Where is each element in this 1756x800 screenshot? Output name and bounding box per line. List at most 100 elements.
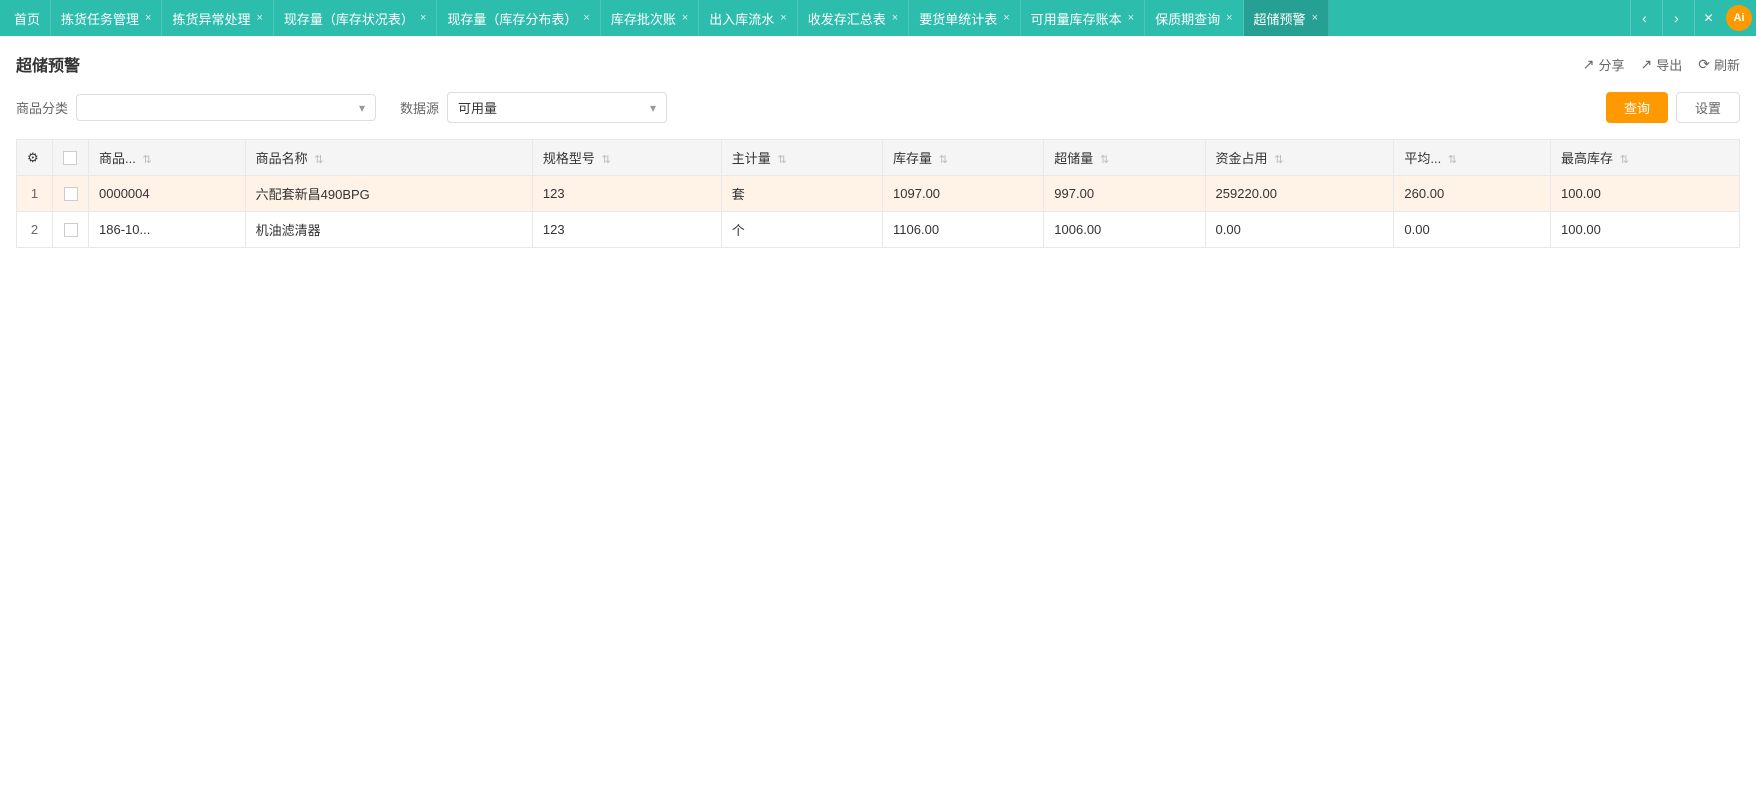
nav-item-label-11: 超储预警 [1254, 9, 1306, 28]
th-product-name[interactable]: 商品名称 [245, 140, 532, 176]
nav-item-close-7[interactable]: × [892, 12, 898, 24]
nav-prev-arrow[interactable]: ‹ [1630, 0, 1658, 36]
avg-1: 0.00 [1394, 212, 1551, 248]
nav-item-close-6[interactable]: × [780, 12, 786, 24]
th-spec[interactable]: 规格型号 [532, 140, 721, 176]
sort-capital-icon [1271, 151, 1283, 166]
th-overstock-label: 超储量 [1054, 151, 1093, 166]
nav-item-close-2[interactable]: × [256, 12, 262, 24]
spec-0: 123 [532, 176, 721, 212]
nav-item-0[interactable]: 首页 [4, 0, 51, 36]
nav-item-label-7: 收发存汇总表 [808, 9, 886, 28]
th-spec-label: 规格型号 [543, 151, 595, 166]
sort-unit-icon [774, 151, 786, 166]
overstock-0: 997.00 [1044, 176, 1205, 212]
th-unit-label: 主计量 [732, 151, 771, 166]
unit-0: 套 [721, 176, 882, 212]
th-capital-label: 资金占用 [1216, 151, 1268, 166]
category-filter: 商品分类 [16, 94, 376, 121]
th-product-name-label: 商品名称 [256, 151, 308, 166]
nav-item-8[interactable]: 要货单统计表× [909, 0, 1020, 36]
datasource-select[interactable]: 可用量 [447, 92, 667, 123]
datasource-label: 数据源 [400, 98, 439, 117]
overstock-1: 1006.00 [1044, 212, 1205, 248]
export-icon: ↗ [1641, 56, 1653, 73]
table-row: 2186-10...机油滤清器123个1106.001006.000.000.0… [17, 212, 1740, 248]
settings-button[interactable]: 设置 [1676, 92, 1740, 123]
datasource-filter: 数据源 可用量 [400, 92, 667, 123]
nav-item-5[interactable]: 库存批次账 × [601, 0, 699, 36]
nav-item-3[interactable]: 现存量（库存状况表） × [274, 0, 437, 36]
nav-item-close-9[interactable]: × [1128, 12, 1134, 24]
nav-item-label-2: 拣货异常处理 [172, 9, 250, 28]
row-checkbox-0[interactable] [64, 187, 78, 201]
max-stock-1: 100.00 [1551, 212, 1740, 248]
nav-item-2[interactable]: 拣货异常处理 × [162, 0, 273, 36]
row-checkbox-1[interactable] [64, 223, 78, 237]
nav-item-close-10[interactable]: × [1226, 12, 1232, 24]
data-table: ⚙ 商品... 商品名称 规格型号 主计量 [16, 139, 1740, 248]
th-avg-label: 平均... [1404, 151, 1441, 166]
table-header: ⚙ 商品... 商品名称 规格型号 主计量 [17, 140, 1740, 176]
th-unit[interactable]: 主计量 [721, 140, 882, 176]
table-row: 1 0000004六配套新昌490BPG123套1097.00997.002592… [17, 176, 1740, 212]
product-name-0: 六配套新昌490BPG [245, 176, 532, 212]
th-checkbox[interactable] [53, 140, 89, 176]
nav-item-7[interactable]: 收发存汇总表 × [798, 0, 909, 36]
export-label: 导出 [1656, 55, 1682, 74]
sort-max-stock-icon [1617, 151, 1629, 166]
nav-item-close-11[interactable]: × [1312, 12, 1318, 24]
page-title: 超储预警 [16, 52, 80, 76]
refresh-button[interactable]: ⟳ 刷新 [1698, 55, 1740, 74]
th-max-stock[interactable]: 最高库存 [1551, 140, 1740, 176]
category-select[interactable] [76, 94, 376, 121]
th-product-code[interactable]: 商品... [89, 140, 246, 176]
share-button[interactable]: ↗ 分享 [1583, 55, 1625, 74]
th-avg[interactable]: 平均... [1394, 140, 1551, 176]
stock-0: 1097.00 [883, 176, 1044, 212]
export-button[interactable]: ↗ 导出 [1641, 55, 1683, 74]
nav-item-close-5[interactable]: × [682, 12, 688, 24]
capital-0: 259220.00 [1205, 176, 1394, 212]
nav-item-4[interactable]: 现存量（库存分布表） × [437, 0, 600, 36]
product-code-0: 0000004 [89, 176, 246, 212]
nav-item-label-3: 现存量（库存状况表） [284, 9, 414, 28]
header-checkbox[interactable] [63, 151, 77, 165]
nav-item-close-3[interactable]: × [420, 12, 426, 24]
nav-item-10[interactable]: 保质期查询× [1145, 0, 1243, 36]
top-navigation: 首页拣货任务管理×拣货异常处理×现存量（库存状况表）×现存量（库存分布表）×库存… [0, 0, 1756, 36]
nav-item-11[interactable]: 超储预警 × [1244, 0, 1329, 36]
nav-item-1[interactable]: 拣货任务管理× [51, 0, 162, 36]
max-stock-0: 100.00 [1551, 176, 1740, 212]
nav-item-close-1[interactable]: × [145, 12, 151, 24]
product-name-1: 机油滤清器 [245, 212, 532, 248]
nav-item-6[interactable]: 出入库流水 × [699, 0, 797, 36]
page-header: 超储预警 ↗ 分享 ↗ 导出 ⟳ 刷新 [16, 52, 1740, 76]
sort-avg-icon [1445, 151, 1457, 166]
th-settings[interactable]: ⚙ [17, 140, 53, 176]
nav-close-all-arrow[interactable]: ✕ [1694, 0, 1722, 36]
th-stock[interactable]: 库存量 [883, 140, 1044, 176]
unit-1: 个 [721, 212, 882, 248]
nav-next-arrow[interactable]: › [1662, 0, 1690, 36]
share-label: 分享 [1598, 55, 1624, 74]
main-content: 超储预警 ↗ 分享 ↗ 导出 ⟳ 刷新 商品分类 数据源 [0, 36, 1756, 800]
filter-bar: 商品分类 数据源 可用量 查询 设置 [16, 92, 1740, 123]
nav-item-close-8[interactable]: × [1003, 12, 1009, 24]
row-num-0: 1 [17, 176, 53, 212]
filter-actions: 查询 设置 [1606, 92, 1740, 123]
query-button[interactable]: 查询 [1606, 92, 1668, 123]
refresh-icon: ⟳ [1698, 56, 1710, 73]
row-num-1: 2 [17, 212, 53, 248]
sort-stock-icon [936, 151, 948, 166]
category-label: 商品分类 [16, 98, 68, 117]
nav-item-9[interactable]: 可用量库存账本× [1021, 0, 1145, 36]
nav-item-close-4[interactable]: × [583, 12, 589, 24]
nav-item-label-5: 库存批次账 [611, 9, 676, 28]
avg-0: 260.00 [1394, 176, 1551, 212]
nav-item-label-6: 出入库流水 [709, 9, 774, 28]
th-overstock[interactable]: 超储量 [1044, 140, 1205, 176]
th-capital[interactable]: 资金占用 [1205, 140, 1394, 176]
nav-item-label-4: 现存量（库存分布表） [447, 9, 577, 28]
stock-1: 1106.00 [883, 212, 1044, 248]
